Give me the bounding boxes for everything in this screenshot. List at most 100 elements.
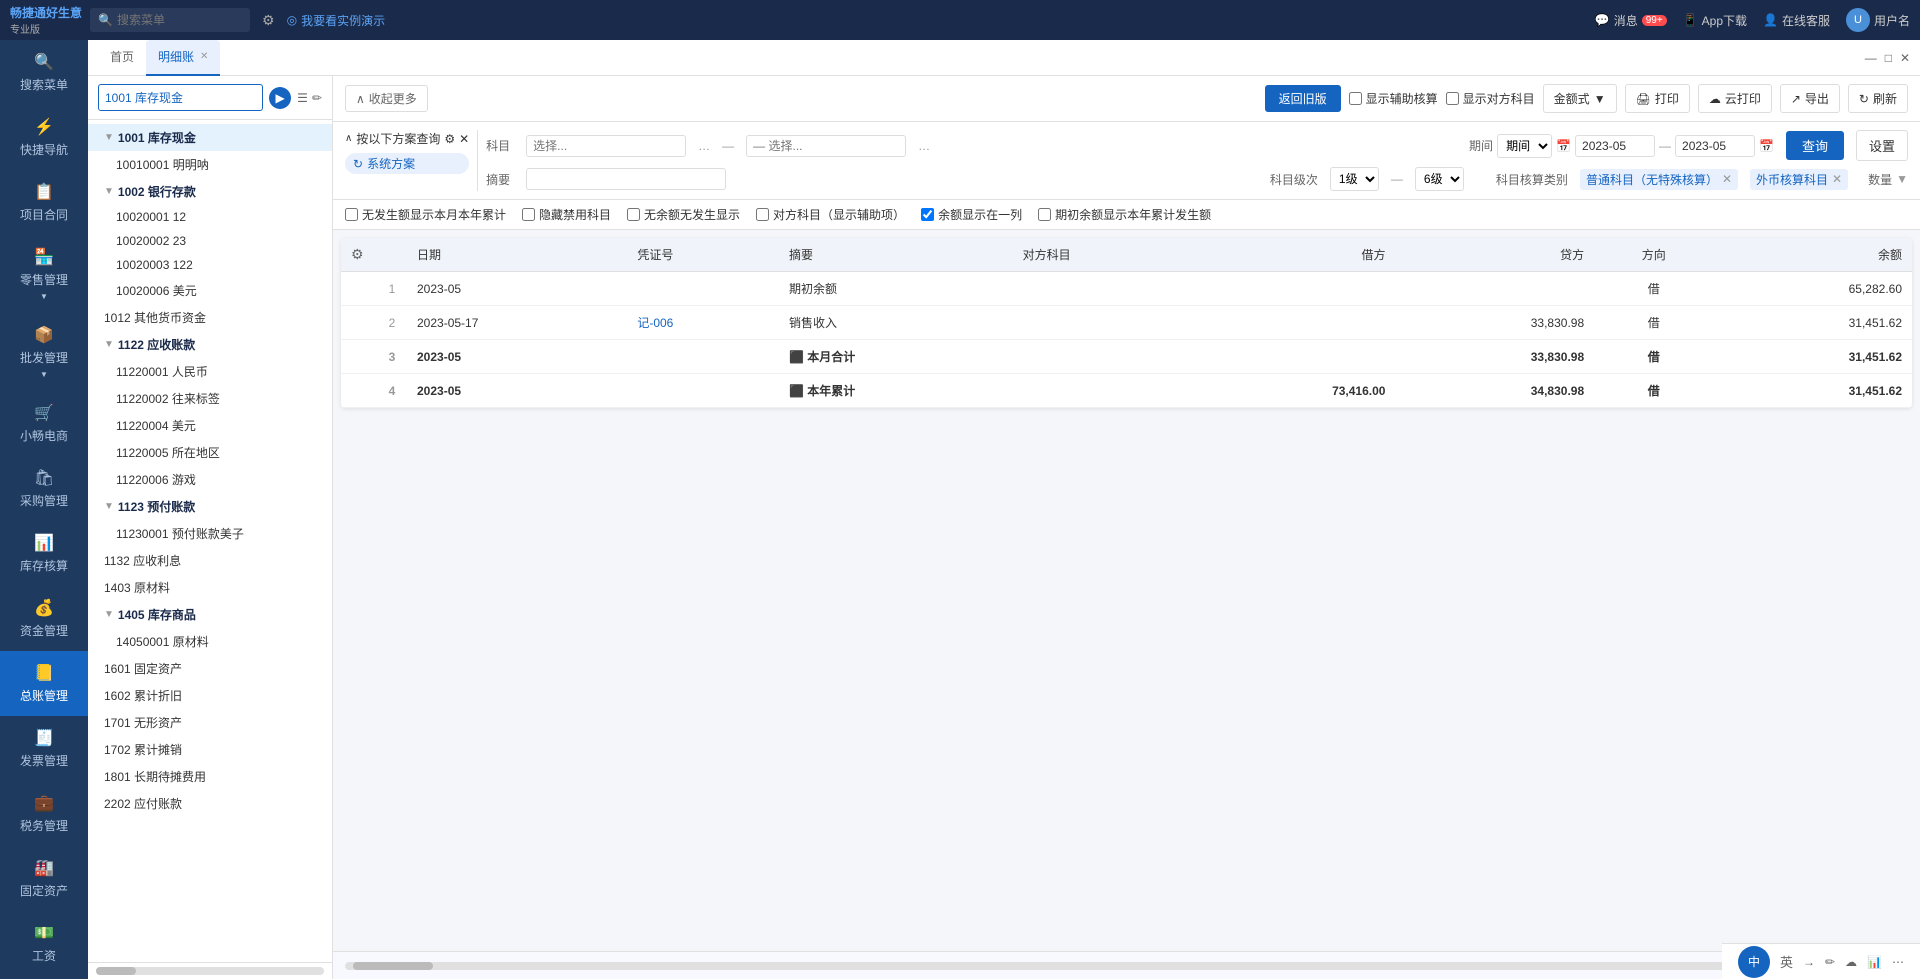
sidebar-item-inventory[interactable]: 📊 库存核算 <box>0 521 88 586</box>
settings-icon[interactable]: ⚙ <box>444 132 455 146</box>
period-end-input[interactable] <box>1675 135 1755 157</box>
tree-item-11230001[interactable]: 11230001 预付账款美子 <box>88 520 332 547</box>
tree-item-1122[interactable]: ▼ 1122 应收账款 <box>88 331 332 358</box>
top-search-input[interactable] <box>117 13 242 27</box>
tree-item-10020002[interactable]: 10020002 23 <box>88 229 332 253</box>
tree-item-1001[interactable]: ▼ 1001 库存现金 <box>88 124 332 151</box>
sidebar-item-invoice[interactable]: 🧾 发票管理 <box>0 716 88 781</box>
opposite-account-check[interactable]: 对方科目（显示辅助项） <box>756 206 905 223</box>
calendar-icon[interactable]: 📅 <box>1556 139 1571 153</box>
message-btn[interactable]: 💬 消息 99+ <box>1595 12 1667 29</box>
col-credit[interactable]: 贷方 <box>1395 238 1594 272</box>
tree-item-11220001[interactable]: 11220001 人民币 <box>88 358 332 385</box>
scrollbar-thumb[interactable] <box>96 967 136 975</box>
horizontal-scrollbar[interactable] <box>345 962 1908 970</box>
expand-btn[interactable]: ∧ 收起更多 <box>345 85 428 112</box>
close-icon[interactable]: ✕ <box>459 132 469 146</box>
tree-item-10020006[interactable]: 10020006 美元 <box>88 277 332 304</box>
close-icon[interactable]: ✕ <box>1900 51 1910 65</box>
level-start-select[interactable]: 1级 <box>1330 167 1379 191</box>
calendar-icon-2[interactable]: 📅 <box>1759 139 1774 153</box>
sidebar-item-assets[interactable]: 🏭 固定资产 <box>0 846 88 911</box>
return-old-btn[interactable]: 返回旧版 <box>1265 85 1341 112</box>
tree-item-1701[interactable]: 1701 无形资产 <box>88 709 332 736</box>
col-opposite-account[interactable]: 对方科目 <box>1013 238 1197 272</box>
chart-icon[interactable]: 📊 <box>1867 955 1882 969</box>
tree-item-1132[interactable]: 1132 应收利息 <box>88 547 332 574</box>
tab-close-icon[interactable]: ✕ <box>200 51 208 62</box>
sidebar-item-search[interactable]: 🔍 搜索菜单 <box>0 40 88 105</box>
sidebar-item-retail[interactable]: 🏪 零售管理 ▼ <box>0 235 88 313</box>
top-search-box[interactable]: 🔍 <box>90 8 250 32</box>
minimize-icon[interactable]: — <box>1865 51 1877 65</box>
sidebar-item-tax[interactable]: 💼 税务管理 <box>0 781 88 846</box>
print-btn[interactable]: 🖨 打印 <box>1625 84 1690 113</box>
tree-item-1002[interactable]: ▼ 1002 银行存款 <box>88 178 332 205</box>
cloud-print-btn[interactable]: ☁ 云打印 <box>1698 84 1772 113</box>
input-method-btn[interactable]: 中 <box>1738 946 1770 978</box>
period-type-select[interactable]: 期间 <box>1497 134 1552 158</box>
sidebar-item-purchase[interactable]: 🛍 采购管理 <box>0 456 88 521</box>
no-balance-check[interactable]: 无余额无发生显示 <box>627 206 740 223</box>
scrollbar-thumb[interactable] <box>353 962 433 970</box>
online-service-btn[interactable]: 👤 在线客服 <box>1763 12 1830 29</box>
summary-input[interactable] <box>526 168 726 190</box>
sidebar-item-finance[interactable]: 💰 资金管理 <box>0 586 88 651</box>
query-btn[interactable]: 查询 <box>1786 131 1844 160</box>
tree-item-11220004[interactable]: 11220004 美元 <box>88 412 332 439</box>
demo-link[interactable]: ◎ 我要看实例演示 <box>287 12 386 29</box>
lang-switch-btn[interactable]: 英 <box>1780 952 1793 971</box>
no-occurrence-check[interactable]: 无发生额显示本月本年累计 <box>345 206 506 223</box>
account-input-start[interactable] <box>526 135 686 157</box>
tree-item-1123[interactable]: ▼ 1123 预付账款 <box>88 493 332 520</box>
more-icon[interactable]: ⋯ <box>1892 955 1904 969</box>
edit-icon[interactable]: ✏ <box>1825 955 1835 969</box>
tree-item-14050001[interactable]: 14050001 原材料 <box>88 628 332 655</box>
account-type-tag-1[interactable]: 普通科目（无特殊核算） ✕ <box>1580 169 1738 190</box>
tree-item-1602[interactable]: 1602 累计折旧 <box>88 682 332 709</box>
tree-item-11220002[interactable]: 11220002 往来标签 <box>88 385 332 412</box>
show-aux-check[interactable]: 显示辅助核算 <box>1349 90 1438 107</box>
tag-remove-icon[interactable]: ✕ <box>1832 172 1842 186</box>
balance-one-row-check[interactable]: 余额显示在一列 <box>921 206 1022 223</box>
edit-icon[interactable]: ✏ <box>312 91 322 105</box>
tree-item-1405[interactable]: ▼ 1405 库存商品 <box>88 601 332 628</box>
table-settings-header[interactable]: ⚙ <box>341 238 377 272</box>
chevron-down-icon[interactable]: ▼ <box>1896 172 1908 186</box>
level-end-select[interactable]: 6级 <box>1415 167 1464 191</box>
sidebar-item-project[interactable]: 📋 项目合同 <box>0 170 88 235</box>
account-type-tag-2[interactable]: 外币核算科目 ✕ <box>1750 169 1848 190</box>
format-btn[interactable]: 金额式 ▼ <box>1543 84 1617 113</box>
sidebar-item-ecommerce[interactable]: 🛒 小畅电商 <box>0 391 88 456</box>
tag-remove-icon[interactable]: ✕ <box>1722 172 1732 186</box>
tree-item-10010001[interactable]: 10010001 明明呐 <box>88 151 332 178</box>
arrow-icon[interactable]: → <box>1803 955 1815 969</box>
sidebar-item-quick-nav[interactable]: ⚡ 快捷导航 <box>0 105 88 170</box>
sidebar-item-salary[interactable]: 💵 工资 <box>0 911 88 976</box>
tree-item-11220005[interactable]: 11220005 所在地区 <box>88 439 332 466</box>
tree-item-1403[interactable]: 1403 原材料 <box>88 574 332 601</box>
tree-item-10020003[interactable]: 10020003 122 <box>88 253 332 277</box>
tab-detail[interactable]: 明细账 ✕ <box>146 40 220 76</box>
settings-icon[interactable]: ⚙ <box>258 10 279 31</box>
maximize-icon[interactable]: □ <box>1885 51 1892 65</box>
more-icon-2[interactable]: … <box>918 139 930 153</box>
tree-item-1801[interactable]: 1801 长期待摊费用 <box>88 763 332 790</box>
tree-item-1012[interactable]: 1012 其他货币资金 <box>88 304 332 331</box>
col-debit[interactable]: 借方 <box>1197 238 1396 272</box>
col-balance[interactable]: 余额 <box>1713 238 1912 272</box>
list-icon[interactable]: ☰ <box>297 91 308 105</box>
col-voucher[interactable]: 凭证号 <box>627 238 779 272</box>
hide-disabled-check[interactable]: 隐藏禁用科目 <box>522 206 611 223</box>
voucher-link[interactable]: 记-006 <box>637 316 673 330</box>
account-selector[interactable]: 1001 库存现金 <box>98 84 263 111</box>
user-info[interactable]: U 用户名 <box>1846 8 1910 32</box>
refresh-btn[interactable]: ↻ 刷新 <box>1848 84 1908 113</box>
period-start-input[interactable] <box>1575 135 1655 157</box>
cloud-icon[interactable]: ☁ <box>1845 955 1857 969</box>
filter-settings-btn[interactable]: 设置 <box>1856 130 1908 161</box>
sidebar-item-accounting[interactable]: 📒 总账管理 <box>0 651 88 716</box>
more-icon[interactable]: … <box>698 139 710 153</box>
scheme-tag[interactable]: ↻ 系统方案 <box>345 153 469 174</box>
account-nav-arrow[interactable]: ▶ <box>269 87 291 109</box>
